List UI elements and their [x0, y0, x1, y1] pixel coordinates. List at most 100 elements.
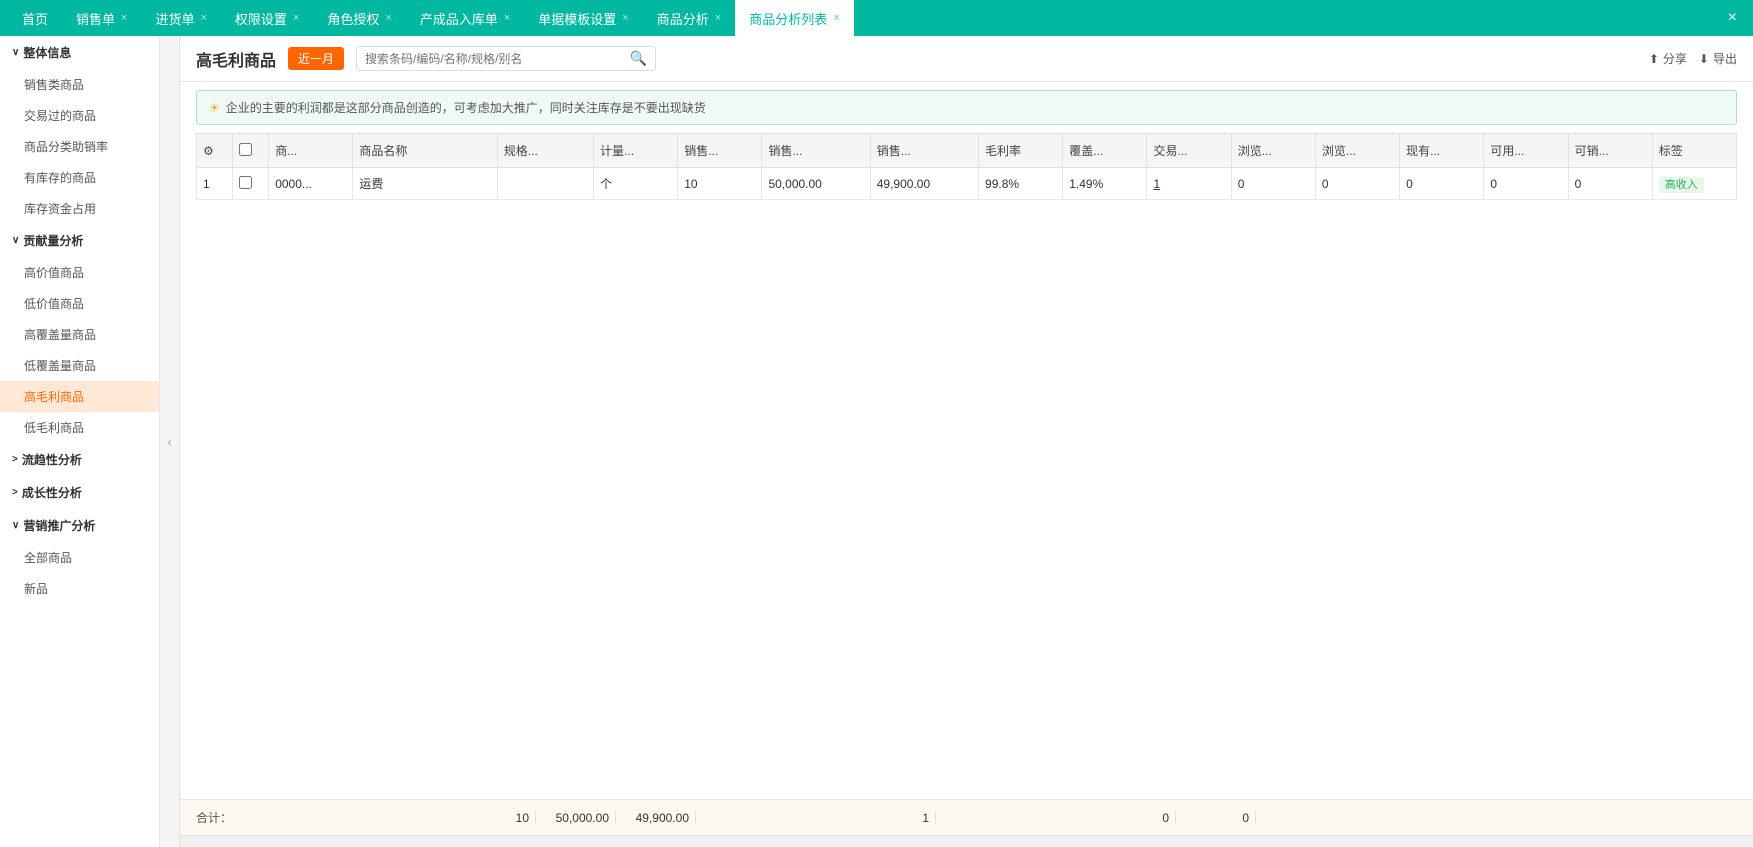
- nav-item-首页[interactable]: 首页: [8, 0, 62, 36]
- col-header-销售...[interactable]: 销售...: [762, 134, 870, 168]
- col-header-可用...[interactable]: 可用...: [1484, 134, 1568, 168]
- nav-item-商品分析列表[interactable]: 商品分析列表×: [735, 0, 853, 36]
- footer-stock1: 0: [1096, 811, 1176, 825]
- sidebar-group-成长性分析[interactable]: > 成长性分析: [0, 476, 159, 509]
- row-view2: 0: [1315, 168, 1399, 200]
- footer-label: 合计：: [196, 809, 256, 826]
- row-stock3: 0: [1568, 168, 1652, 200]
- col-header-交易...[interactable]: 交易...: [1147, 134, 1231, 168]
- nav-close-icon[interactable]: ×: [200, 12, 206, 24]
- sidebar-group-label: 流趋性分析: [22, 451, 82, 468]
- content-area: 高毛利商品 近一月 🔍 ⬆ 分享 ⬇ 导出 ☀ 企业的主要的利润都是这部分商品创…: [180, 36, 1753, 847]
- col-header-⚙[interactable]: ⚙: [197, 134, 233, 168]
- search-icon: 🔍: [630, 50, 647, 67]
- sidebar-item-交易过的商品[interactable]: 交易过的商品: [0, 100, 159, 131]
- select-all-checkbox[interactable]: [239, 143, 252, 156]
- footer-sales3: 49,900.00: [616, 811, 696, 825]
- sidebar-item-商品分类助销率[interactable]: 商品分类助销率: [0, 131, 159, 162]
- search-box: 🔍: [356, 46, 656, 71]
- sidebar-item-有库存的商品[interactable]: 有库存的商品: [0, 162, 159, 193]
- sidebar-arrow-icon: ∨: [12, 235, 19, 246]
- col-header-浏览...[interactable]: 浏览...: [1231, 134, 1315, 168]
- row-trade-link[interactable]: 1: [1153, 177, 1160, 191]
- nav-close-icon[interactable]: ×: [622, 12, 628, 24]
- footer-totals: 合计： 10 50,000.00 49,900.00 1 0 0: [180, 799, 1753, 835]
- col-header-浏览...[interactable]: 浏览...: [1315, 134, 1399, 168]
- search-input[interactable]: [365, 52, 630, 66]
- col-header-现有...[interactable]: 现有...: [1400, 134, 1484, 168]
- sidebar-item-高毛利商品[interactable]: 高毛利商品: [0, 381, 159, 412]
- col-header-销售...[interactable]: 销售...: [870, 134, 978, 168]
- col-header-毛利率[interactable]: 毛利率: [979, 134, 1063, 168]
- page-title: 高毛利商品: [196, 47, 276, 71]
- nav-close-icon[interactable]: ×: [504, 12, 510, 24]
- sidebar-item-新品[interactable]: 新品: [0, 573, 159, 604]
- col-header-覆盖...[interactable]: 覆盖...: [1063, 134, 1147, 168]
- export-icon: ⬇: [1699, 52, 1709, 66]
- footer-sales2: 50,000.00: [536, 811, 616, 825]
- sidebar-group-贡献量分析[interactable]: ∨ 贡献量分析: [0, 224, 159, 257]
- share-button[interactable]: ⬆ 分享: [1649, 50, 1687, 67]
- banner-text: 企业的主要的利润都是这部分商品创造的，可考虑加大推广，同时关注库存是不要出现缺货: [226, 99, 706, 116]
- footer-trade: 1: [856, 811, 936, 825]
- row-select-checkbox[interactable]: [239, 176, 252, 189]
- share-icon: ⬆: [1649, 52, 1659, 66]
- sidebar-group-label: 成长性分析: [22, 484, 82, 501]
- nav-close-icon[interactable]: ×: [121, 12, 127, 24]
- table-container[interactable]: ⚙商...商品名称规格...计量...销售...销售...销售...毛利率覆盖.…: [180, 133, 1753, 799]
- row-sales3: 49,900.00: [870, 168, 978, 200]
- col-header-规格...[interactable]: 规格...: [497, 134, 593, 168]
- row-stock2: 0: [1484, 168, 1568, 200]
- info-icon: ☀: [209, 101, 220, 115]
- collapse-icon: ‹: [168, 435, 172, 449]
- sidebar-group-整体信息[interactable]: ∨整体信息: [0, 36, 159, 69]
- nav-item-商品分析[interactable]: 商品分析×: [643, 0, 735, 36]
- export-button[interactable]: ⬇ 导出: [1699, 50, 1737, 67]
- nav-close-icon[interactable]: ×: [385, 12, 391, 24]
- sidebar-item-低覆盖量商品[interactable]: 低覆盖量商品: [0, 350, 159, 381]
- nav-item-单据模板设置[interactable]: 单据模板设置×: [524, 0, 642, 36]
- col-header-计量...[interactable]: 计量...: [594, 134, 678, 168]
- nav-close-icon[interactable]: ×: [715, 12, 721, 24]
- export-label: 导出: [1713, 50, 1737, 67]
- row-name: 运费: [353, 168, 497, 200]
- table-row: 10000...运费个1050,000.0049,900.0099.8%1.49…: [197, 168, 1737, 200]
- sidebar-arrow-icon: >: [12, 487, 18, 498]
- col-header-标签[interactable]: 标签: [1652, 134, 1736, 168]
- sidebar-arrow-icon: >: [12, 454, 18, 465]
- nav-item-产成品入库单[interactable]: 产成品入库单×: [406, 0, 524, 36]
- footer-stock2: 0: [1176, 811, 1256, 825]
- col-header-销售...[interactable]: 销售...: [678, 134, 762, 168]
- sidebar-item-高价值商品[interactable]: 高价值商品: [0, 257, 159, 288]
- col-header-[interactable]: [233, 134, 269, 168]
- sidebar-item-销售类商品[interactable]: 销售类商品: [0, 69, 159, 100]
- col-header-可销...[interactable]: 可销...: [1568, 134, 1652, 168]
- sidebar-collapse-button[interactable]: ‹: [160, 36, 180, 847]
- sidebar-item-低价值商品[interactable]: 低价值商品: [0, 288, 159, 319]
- nav-close-icon[interactable]: ×: [833, 12, 839, 24]
- col-header-商品名称[interactable]: 商品名称: [353, 134, 497, 168]
- row-index: 1: [197, 168, 233, 200]
- sidebar-item-高覆盖量商品[interactable]: 高覆盖量商品: [0, 319, 159, 350]
- row-gross-rate: 99.8%: [979, 168, 1063, 200]
- row-checkbox: [233, 168, 269, 200]
- content-header: 高毛利商品 近一月 🔍 ⬆ 分享 ⬇ 导出: [180, 36, 1753, 82]
- sidebar-group-label: 整体信息: [23, 44, 71, 61]
- nav-item-权限设置[interactable]: 权限设置×: [221, 0, 313, 36]
- sidebar-item-库存资金占用[interactable]: 库存资金占用: [0, 193, 159, 224]
- close-all-button[interactable]: ×: [1720, 9, 1745, 27]
- sidebar-group-营销推广分析[interactable]: ∨营销推广分析: [0, 509, 159, 542]
- sidebar-item-全部商品[interactable]: 全部商品: [0, 542, 159, 573]
- sidebar-group-label: 营销推广分析: [23, 517, 95, 534]
- filter-button[interactable]: 近一月: [288, 47, 344, 70]
- scrollbar-area[interactable]: [180, 835, 1753, 847]
- nav-item-角色授权[interactable]: 角色授权×: [313, 0, 405, 36]
- nav-item-进货单[interactable]: 进货单×: [141, 0, 220, 36]
- row-tag-badge: 高收入: [1659, 177, 1704, 193]
- nav-item-销售单[interactable]: 销售单×: [62, 0, 141, 36]
- sidebar-group-流趋性分析[interactable]: > 流趋性分析: [0, 443, 159, 476]
- col-header-商...[interactable]: 商...: [269, 134, 353, 168]
- nav-close-icon[interactable]: ×: [293, 12, 299, 24]
- sidebar-group-label: 贡献量分析: [23, 232, 83, 249]
- sidebar-item-低毛利商品[interactable]: 低毛利商品: [0, 412, 159, 443]
